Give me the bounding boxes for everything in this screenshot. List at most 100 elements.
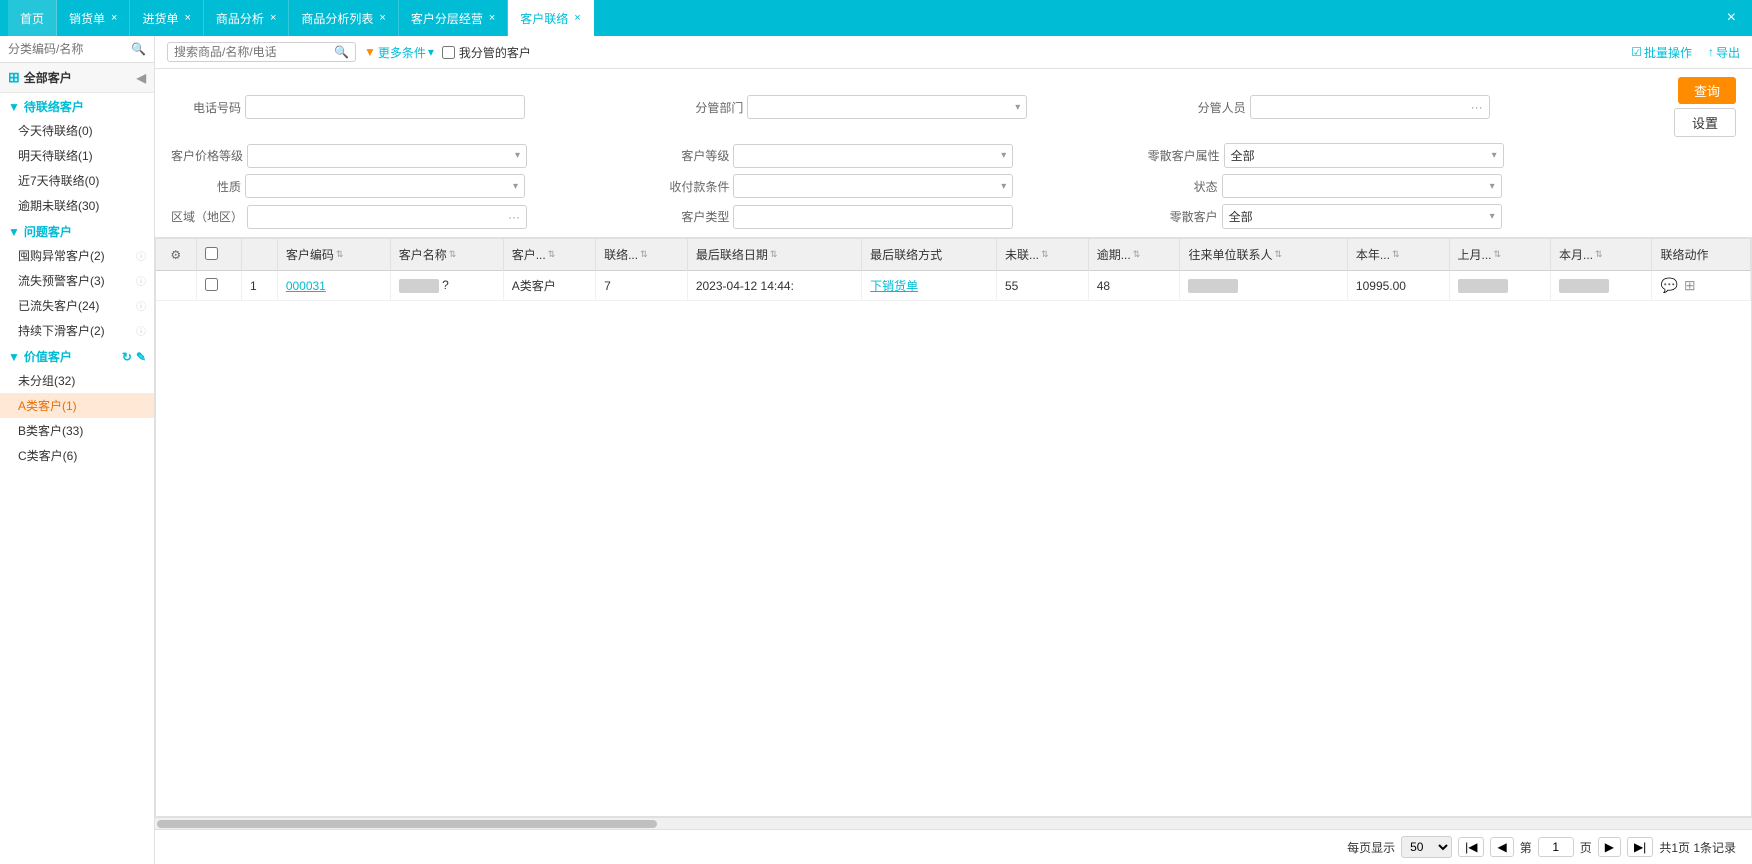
horizontal-scrollbar[interactable] [155,817,1752,829]
last-month-blurred [1458,279,1508,293]
sidebar-item-hoarding[interactable]: 囤购异常客户(2) ⓘ [0,243,154,268]
th-settings[interactable]: ⚙ [156,239,196,271]
th-contact[interactable]: 联络... ⇅ [596,239,688,271]
filter-customer-type-input[interactable] [733,205,1013,229]
sort-icon-contact: ⇅ [640,249,648,260]
my-customers-check[interactable] [442,46,455,59]
sidebar-search-input[interactable] [8,42,127,56]
th-no-contact[interactable]: 未联... ⇅ [996,239,1088,271]
customer-code-link[interactable]: 000031 [286,279,326,293]
th-name[interactable]: 客户名称 ⇅ [390,239,503,271]
nav-tab-purchase[interactable]: 进货单 × [130,0,203,36]
sidebar-collapse-icon[interactable]: ◀ [137,71,146,85]
last-page-button[interactable]: ▶| [1627,837,1653,857]
th-category[interactable]: 客户... ⇅ [503,239,595,271]
th-this-month[interactable]: 本月... ⇅ [1550,239,1651,271]
sidebar-item-ungrouped[interactable]: 未分组(32) [0,368,154,393]
filter-region-input[interactable]: ··· [247,205,527,229]
sidebar-item-churn-warning[interactable]: 流失预警客户(3) ⓘ [0,268,154,293]
main-layout: 🔍 ⊞ 全部客户 ◀ ▼ 待联络客户 今天待联络(0) 明天待联络(1) 近7天… [0,36,1752,864]
sidebar-item-b-class[interactable]: B类客户(33) [0,418,154,443]
th-code[interactable]: 客户编码 ⇅ [277,239,390,271]
nav-tab-customer-tier[interactable]: 客户分层经营 × [399,0,508,36]
filter-row-2: 客户价格等级 ▾ 客户等级 ▾ 零散客户属性 全部 [171,143,1736,168]
th-checkbox[interactable] [196,239,241,271]
sidebar-group-problem-customers[interactable]: ▼ 问题客户 [0,218,154,243]
my-customers-checkbox[interactable]: 我分管的客户 [442,44,531,61]
close-purchase-tab[interactable]: × [184,12,190,24]
th-last-month[interactable]: 上月... ⇅ [1449,239,1550,271]
filter-nature-input[interactable]: ▾ [245,174,525,198]
nav-tab-product-list[interactable]: 商品分析列表 × [289,0,398,36]
row-action-cell: 💬 ⊞ [1652,271,1751,301]
sidebar-item-c-class[interactable]: C类客户(6) [0,443,154,468]
refresh-icon[interactable]: ↻ [122,350,132,364]
filter-price-level-input[interactable]: ▾ [247,144,527,168]
close-customer-tier-tab[interactable]: × [489,12,495,24]
close-all-button[interactable]: × [1719,9,1744,27]
row-company-contact-cell [1180,271,1347,301]
filter-retail-customer-input[interactable]: 全部 ▾ [1222,204,1502,229]
batch-op-button[interactable]: ☑ 批量操作 [1631,44,1692,61]
filter-retail-attr-input[interactable]: 全部 ▾ [1224,143,1504,168]
sidebar-item-churned[interactable]: 已流失客户(24) ⓘ [0,293,154,318]
th-company-contact[interactable]: 往来单位联系人 ⇅ [1180,239,1347,271]
next-page-button[interactable]: ▶ [1598,837,1621,857]
filter-nature: 性质 ▾ [171,174,639,198]
filter-dept-input[interactable]: ▾ [747,95,1027,119]
row-checkbox-cell[interactable] [196,271,241,301]
close-product-analysis-tab[interactable]: × [270,12,276,24]
export-button[interactable]: ↑ 导出 [1708,44,1740,61]
sidebar-all-customers[interactable]: ⊞ 全部客户 ◀ [0,63,154,93]
sidebar-item-today[interactable]: 今天待联络(0) [0,118,154,143]
contact-method-link[interactable]: 下销货单 [870,279,918,293]
qrcode-action-icon[interactable]: ⊞ [1684,277,1696,294]
filter-search-input[interactable] [174,45,334,59]
row-name-cell: ? [390,271,503,301]
filter-person-input[interactable]: ··· [1250,95,1490,119]
sort-icon-company: ⇅ [1274,249,1282,260]
close-customer-contact-tab[interactable]: × [574,12,580,24]
sidebar-group-pending-contact[interactable]: ▼ 待联络客户 [0,93,154,118]
select-all-checkbox[interactable] [205,247,218,260]
edit-icon[interactable]: ✎ [136,350,146,364]
filter-customer-level: 客户等级 ▾ [659,144,1127,168]
sidebar-item-7days[interactable]: 近7天待联络(0) [0,168,154,193]
th-overdue[interactable]: 逾期... ⇅ [1088,239,1180,271]
nav-tab-customer-contact[interactable]: 客户联络 × [508,0,593,36]
th-this-year[interactable]: 本年... ⇅ [1347,239,1449,271]
setting-button[interactable]: 设置 [1674,108,1736,137]
filter-payment-input[interactable]: ▾ [733,174,1013,198]
page-number-input[interactable] [1538,837,1574,857]
row-contact-cell: 7 [596,271,688,301]
filter-price-level: 客户价格等级 ▾ [171,144,639,168]
nav-tab-product-analysis[interactable]: 商品分析 × [204,0,289,36]
sidebar-item-declining[interactable]: 持续下滑客户(2) ⓘ [0,318,154,343]
query-button[interactable]: 查询 [1678,77,1736,104]
sidebar-group-value-customers[interactable]: ▼ 价值客户 ↻ ✎ [0,343,154,368]
filter-customer-level-input[interactable]: ▾ [733,144,1013,168]
th-last-contact-date[interactable]: 最后联络日期 ⇅ [687,239,861,271]
scroll-thumb[interactable] [157,820,657,828]
sidebar-item-tomorrow[interactable]: 明天待联络(1) [0,143,154,168]
filter-more-button[interactable]: ▼ 更多条件 ▾ [364,44,434,61]
filter-status-input[interactable]: ▾ [1222,174,1502,198]
sidebar-item-a-class[interactable]: A类客户(1) [0,393,154,418]
th-last-contact-method[interactable]: 最后联络方式 [862,239,997,271]
row-method-cell[interactable]: 下销货单 [862,271,997,301]
filter-phone-input[interactable] [245,95,525,119]
first-page-button[interactable]: |◀ [1458,837,1484,857]
table-settings-icon[interactable]: ⚙ [170,248,181,262]
sidebar-search-icon[interactable]: 🔍 [131,42,146,56]
row-checkbox[interactable] [205,278,218,291]
nav-tab-sales[interactable]: 销货单 × [57,0,130,36]
per-page-select[interactable]: 50 100 200 [1401,836,1452,858]
close-sales-tab[interactable]: × [111,12,117,24]
message-action-icon[interactable]: 💬 [1660,277,1677,294]
nav-tab-home[interactable]: 首页 [8,0,57,36]
sidebar-item-overdue[interactable]: 逾期未联络(30) [0,193,154,218]
row-code-cell[interactable]: 000031 [277,271,390,301]
filter-search-icon[interactable]: 🔍 [334,45,349,59]
prev-page-button[interactable]: ◀ [1490,837,1513,857]
close-product-list-tab[interactable]: × [379,12,385,24]
